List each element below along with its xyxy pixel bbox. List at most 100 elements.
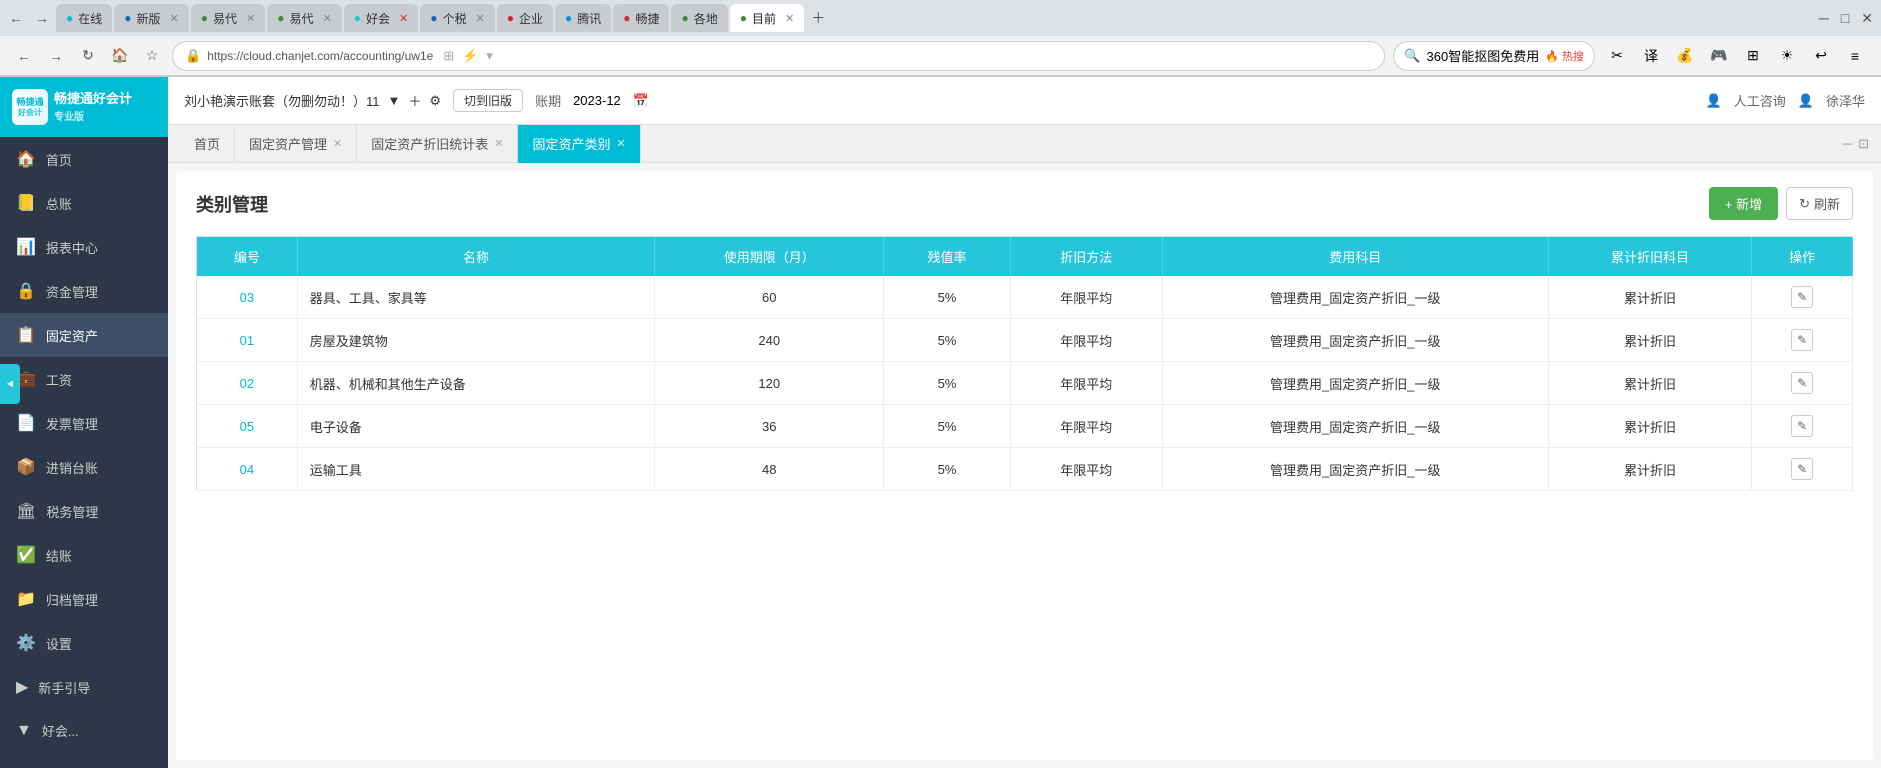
browser-tab-6[interactable]: ● 个税 ✕ [420, 4, 494, 32]
sidebar-item-guide[interactable]: ▶ 新手引导 [0, 665, 168, 709]
bookmark-btn[interactable]: ☆ [140, 44, 164, 68]
sidebar-item-invoice[interactable]: 📄 发票管理 [0, 401, 168, 445]
browser-back-btn[interactable]: ← [12, 44, 36, 68]
tab-minimize-icon[interactable]: ─ [1843, 136, 1852, 151]
sidebar-label-guide: 新手引导 [38, 678, 90, 697]
sidebar-label-assets: 固定资产 [46, 326, 98, 345]
new-tab-btn[interactable]: ＋ [806, 6, 830, 30]
browser-tab-11[interactable]: ● 目前 ✕ [730, 4, 804, 32]
minimize-btn[interactable]: ─ [1815, 6, 1833, 30]
menu-icon[interactable]: ≡ [1841, 42, 1869, 70]
refresh-btn[interactable]: ↻ 刷新 [1786, 187, 1853, 220]
game-icon[interactable]: 🎮 [1705, 42, 1733, 70]
wallet-icon[interactable]: 💰 [1671, 42, 1699, 70]
tab-6-close[interactable]: ✕ [475, 12, 484, 25]
tab-7-label: 企业 [519, 10, 543, 27]
sidebar-item-reports[interactable]: 📊 报表中心 [0, 225, 168, 269]
tab-depreciation[interactable]: 固定资产折旧统计表 ✕ [357, 125, 518, 163]
browser-tab-3[interactable]: ● 易代 ✕ [191, 4, 265, 32]
cell-name-0: 器具、工具、家具等 [297, 276, 654, 319]
browser-tab-4[interactable]: ● 易代 ✕ [267, 4, 341, 32]
sidebar-item-archive[interactable]: 📁 归档管理 [0, 577, 168, 621]
browser-tab-8[interactable]: ● 腾讯 [555, 4, 611, 32]
toolbar-icons: ✂ 译 💰 🎮 ⊞ ☀ ↩ ≡ [1603, 42, 1869, 70]
cell-accum-1: 累计折旧 [1548, 319, 1751, 362]
tax-icon: 🏛 [16, 501, 36, 521]
maximize-btn[interactable]: □ [1837, 6, 1853, 30]
search-box[interactable]: 🔍 360智能抠图免费用 🔥 热搜 [1393, 41, 1595, 71]
tab-asset-mgmt[interactable]: 固定资产管理 ✕ [235, 125, 357, 163]
tab-2-close[interactable]: ✕ [170, 12, 179, 25]
edit-btn-0[interactable]: ✎ [1791, 286, 1813, 308]
tab-home[interactable]: 首页 [180, 125, 235, 163]
translate-icon[interactable]: 译 [1637, 42, 1665, 70]
cell-code-1: 01 [197, 319, 298, 362]
tab-asset-mgmt-close[interactable]: ✕ [333, 137, 342, 150]
sidebar-item-payroll[interactable]: 💼 工资 [0, 357, 168, 401]
sidebar-item-closing[interactable]: ✅ 结账 [0, 533, 168, 577]
table-header: 编号 名称 使用期限（月） 残值率 折旧方法 费用科目 累计折旧科目 操作 [197, 237, 1853, 277]
browser-tab-9[interactable]: ● 畅捷 [613, 4, 669, 32]
table-header-row: 编号 名称 使用期限（月） 残值率 折旧方法 费用科目 累计折旧科目 操作 [197, 237, 1853, 277]
sidebar-item-settings[interactable]: ⚙️ 设置 [0, 621, 168, 665]
cut-icon[interactable]: ✂ [1603, 42, 1631, 70]
forward-btn[interactable]: → [30, 6, 54, 30]
cell-accum-0: 累计折旧 [1548, 276, 1751, 319]
sidebar-item-assets[interactable]: 📋 固定资产 [0, 313, 168, 357]
sidebar-header: 畅捷通 好会计 畅捷通好会计 专业版 [0, 77, 168, 137]
edit-btn-2[interactable]: ✎ [1791, 372, 1813, 394]
browser-tab-10[interactable]: ● 各地 [671, 4, 727, 32]
chevron-down-icon[interactable]: ▼ [388, 93, 401, 108]
sidebar-item-funds[interactable]: 🔒 资金管理 [0, 269, 168, 313]
reload-btn[interactable]: ↻ [76, 44, 100, 68]
tab-5-close[interactable]: ✕ [399, 12, 408, 25]
help-label[interactable]: 人工咨询 [1734, 91, 1786, 110]
sidebar-label-invoice: 发票管理 [46, 414, 98, 433]
tab-expand-icon[interactable]: ⊡ [1858, 136, 1869, 152]
cell-action-1: ✎ [1752, 319, 1853, 362]
invoice-icon: 📄 [16, 413, 36, 433]
url-bar[interactable]: 🔒 https://cloud.chanjet.com/accounting/u… [172, 41, 1385, 71]
brightness-icon[interactable]: ☀ [1773, 42, 1801, 70]
calendar-icon[interactable]: 📅 [633, 93, 649, 109]
tab-category-close[interactable]: ✕ [617, 137, 626, 150]
main-content: 刘小艳演示账套（勿删勿动！）11 ▼ ＋ ⚙ 切到旧版 账期 2023-12 📅… [168, 77, 1881, 768]
switch-version-btn[interactable]: 切到旧版 [453, 89, 523, 112]
edit-btn-1[interactable]: ✎ [1791, 329, 1813, 351]
browser-forward-btn[interactable]: → [44, 44, 68, 68]
browser-tab-2[interactable]: ● 新版 ✕ [114, 4, 188, 32]
home-btn[interactable]: 🏠 [108, 44, 132, 68]
sidebar-item-ledger[interactable]: 📒 总账 [0, 181, 168, 225]
sidebar-label-tax: 税务管理 [46, 502, 98, 521]
cell-code-0: 03 [197, 276, 298, 319]
tab-4-close[interactable]: ✕ [323, 12, 332, 25]
gear-icon[interactable]: ⚙ [429, 93, 441, 109]
cell-months-2: 120 [655, 362, 884, 405]
browser-tab-7[interactable]: ● 企业 [497, 4, 553, 32]
close-btn[interactable]: ✕ [1857, 6, 1877, 31]
add-btn[interactable]: + 新增 [1709, 187, 1778, 220]
help-icon: 👤 [1706, 93, 1722, 109]
tab-depreciation-close[interactable]: ✕ [494, 137, 503, 150]
edit-btn-3[interactable]: ✎ [1791, 415, 1813, 437]
cell-action-2: ✎ [1752, 362, 1853, 405]
edit-btn-4[interactable]: ✎ [1791, 458, 1813, 480]
back-btn[interactable]: ← [4, 6, 28, 30]
tab-3-close[interactable]: ✕ [246, 12, 255, 25]
sidebar-item-tax[interactable]: 🏛 税务管理 [0, 489, 168, 533]
sidebar-item-more[interactable]: ▼ 好会... [0, 709, 168, 752]
browser-tab-5[interactable]: ● 好会 ✕ [344, 4, 418, 32]
add-icon[interactable]: ＋ [408, 91, 421, 110]
undo-icon[interactable]: ↩ [1807, 42, 1835, 70]
browser-tab-1[interactable]: ● 在线 [56, 4, 112, 32]
table-row: 01 房屋及建筑物 240 5% 年限平均 管理费用_固定资产折旧_一级 累计折… [197, 319, 1853, 362]
tab-9-label: 畅捷 [635, 10, 659, 27]
period-value: 2023-12 [573, 93, 621, 108]
sidebar-item-inventory[interactable]: 📦 进销台账 [0, 445, 168, 489]
grid-icon[interactable]: ⊞ [1739, 42, 1767, 70]
float-btn-1[interactable]: ◀ [0, 364, 20, 404]
sidebar-item-home[interactable]: 🏠 首页 [0, 137, 168, 181]
tab-category[interactable]: 固定资产类别 ✕ [518, 125, 640, 163]
tab-11-close[interactable]: ✕ [785, 12, 794, 25]
cell-name-4: 运输工具 [297, 448, 654, 491]
